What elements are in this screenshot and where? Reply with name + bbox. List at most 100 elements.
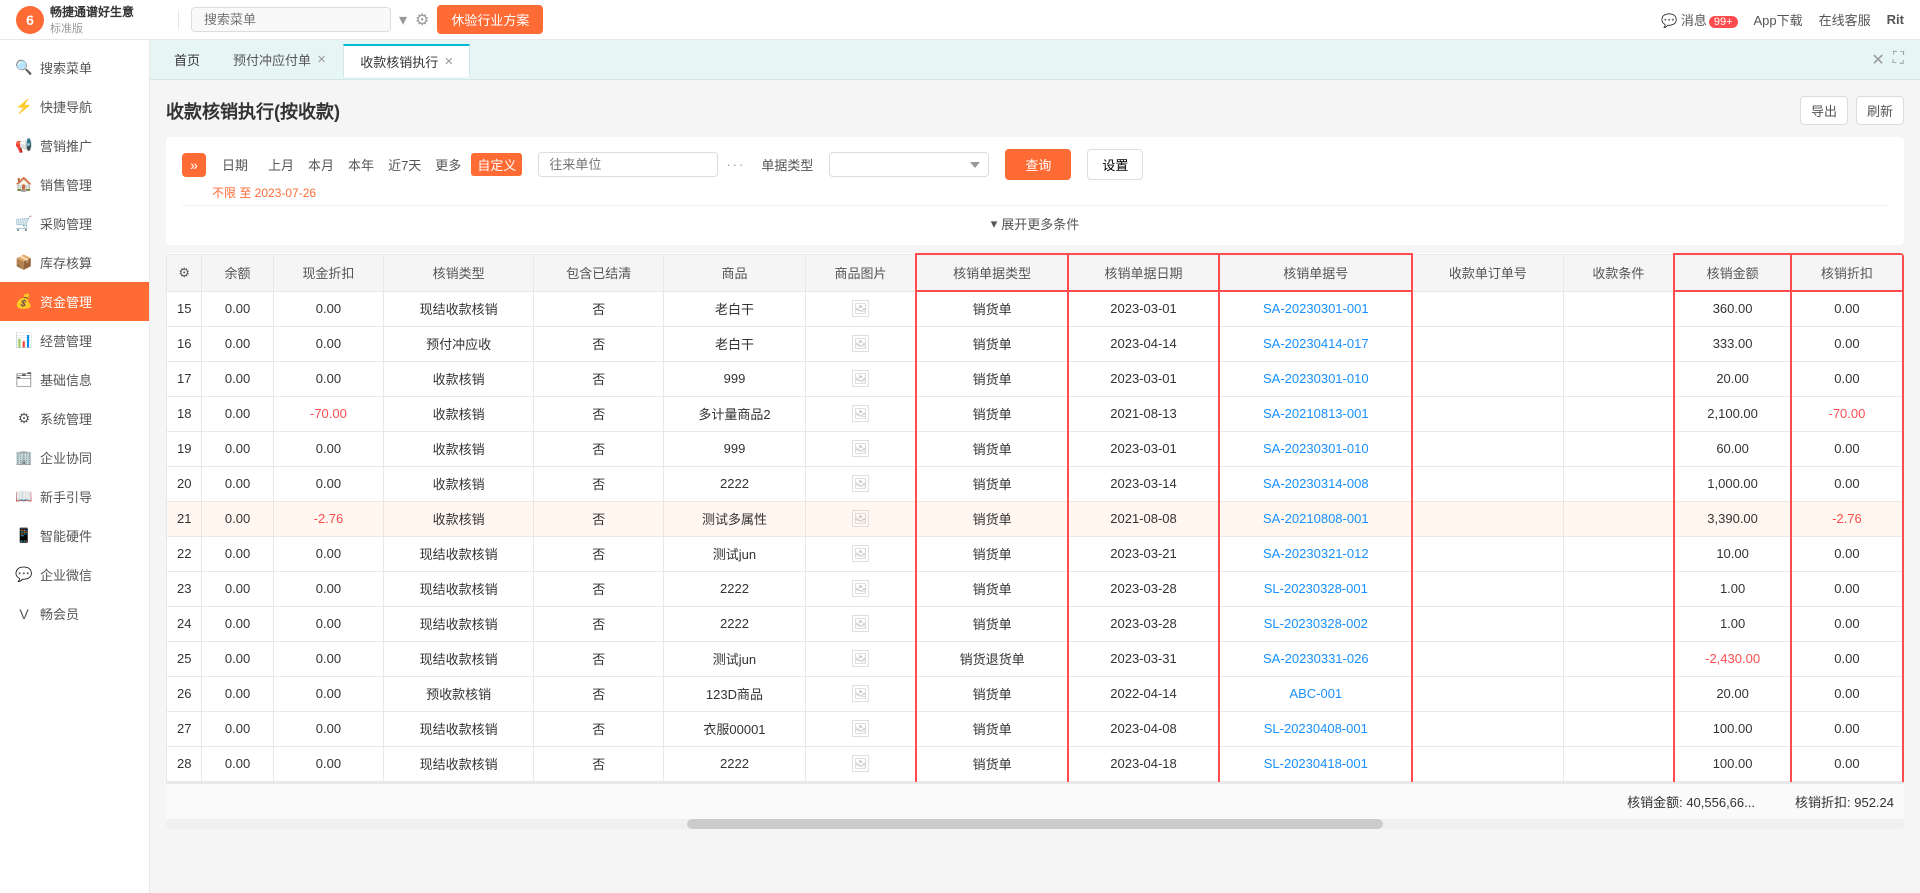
enterprise-icon: 🏢 [16, 450, 32, 466]
sidebar-item-search[interactable]: 🔍 搜索菜单 [0, 48, 149, 87]
table-cell: 2023-03-21 [1068, 536, 1219, 571]
sidebar-item-sales[interactable]: 🏠 销售管理 [0, 165, 149, 204]
date-btn-custom[interactable]: 自定义 [471, 153, 522, 176]
search-icon: 🔍 [16, 60, 32, 76]
table-cell: 现结收款核销 [384, 746, 534, 781]
table-cell [1412, 501, 1563, 536]
table-cell: 2023-04-14 [1068, 326, 1219, 361]
sidebar-item-marketing[interactable]: 📢 营销推广 [0, 126, 149, 165]
col-receipt-terms: 收款条件 [1563, 254, 1674, 291]
table-cell [1412, 641, 1563, 676]
window-maximize-icon[interactable]: ⛶ [1893, 50, 1904, 70]
table-cell: 26 [167, 676, 202, 711]
sales-icon: 🏠 [16, 177, 32, 193]
setting-button[interactable]: 设置 [1087, 149, 1143, 180]
table-cell[interactable]: ABC-001 [1219, 676, 1412, 711]
table-cell [1563, 396, 1674, 431]
tab-home[interactable]: 首页 [158, 44, 217, 75]
table-cell [1412, 466, 1563, 501]
top-search-input[interactable] [191, 7, 391, 32]
table-cell: -2.76 [1791, 501, 1903, 536]
table-cell[interactable]: SA-20230331-026 [1219, 641, 1412, 676]
query-button[interactable]: 查询 [1005, 149, 1071, 180]
col-receipt-order-no: 收款单订单号 [1412, 254, 1563, 291]
col-product-img: 商品图片 [805, 254, 916, 291]
table-footer: 核销金额: 40,556,66... 核销折扣: 952.24 [166, 782, 1904, 819]
col-settings[interactable]: ⚙ [167, 254, 202, 291]
table-cell[interactable]: SA-20230314-008 [1219, 466, 1412, 501]
sidebar-item-inventory[interactable]: 📦 库存核算 [0, 243, 149, 282]
table-cell[interactable]: SA-20230414-017 [1219, 326, 1412, 361]
table-cell: 否 [534, 326, 664, 361]
sidebar-item-purchase[interactable]: 🛒 采购管理 [0, 204, 149, 243]
table-cell[interactable]: SA-20210808-001 [1219, 501, 1412, 536]
guide-icon: 📖 [16, 489, 32, 505]
table-cell [1563, 641, 1674, 676]
settings-icon[interactable]: ⚙ [415, 10, 429, 30]
sidebar-item-quicknav[interactable]: ⚡ 快捷导航 [0, 87, 149, 126]
date-btn-this-year[interactable]: 本年 [344, 153, 378, 176]
industry-solution-button[interactable]: 休验行业方案 [437, 5, 543, 34]
sidebar-item-finance[interactable]: 💰 资金管理 [0, 282, 149, 321]
table-cell: 0.00 [202, 291, 273, 326]
table-cell: 销货退货单 [916, 641, 1067, 676]
table-cell: 2,100.00 [1674, 396, 1791, 431]
date-btn-this-month[interactable]: 本月 [304, 153, 338, 176]
table-cell: 2222 [664, 746, 805, 781]
message-icon[interactable]: 💬 消息99+ [1661, 10, 1738, 29]
sidebar-label-marketing: 营销推广 [40, 136, 92, 155]
table-cell: 衣服00001 [664, 711, 805, 746]
date-btn-last-month[interactable]: 上月 [264, 153, 298, 176]
export-button[interactable]: 导出 [1800, 96, 1848, 125]
table-cell [1412, 536, 1563, 571]
table-row: 170.000.00收款核销否999🖼销货单2023-03-01SA-20230… [167, 361, 1904, 396]
table-cell: 0.00 [273, 326, 384, 361]
table-cell[interactable]: SA-20230301-001 [1219, 291, 1412, 326]
app-logo: 6 畅捷通谱好生意 标准版 [16, 3, 166, 36]
table-cell: 0.00 [202, 396, 273, 431]
window-close-icon[interactable]: ✕ [1871, 50, 1884, 70]
table-cell[interactable]: SA-20230321-012 [1219, 536, 1412, 571]
party-input[interactable] [538, 152, 718, 177]
table-cell[interactable]: SA-20210813-001 [1219, 396, 1412, 431]
table-cell: 🖼 [805, 641, 916, 676]
sidebar-item-guide[interactable]: 📖 新手引导 [0, 477, 149, 516]
table-cell[interactable]: SA-20230301-010 [1219, 361, 1412, 396]
tab-receipt-close[interactable]: ✕ [444, 55, 453, 68]
refresh-button[interactable]: 刷新 [1856, 96, 1904, 125]
online-service-link[interactable]: 在线客服 [1819, 10, 1871, 29]
table-cell: 2021-08-08 [1068, 501, 1219, 536]
table-cell: -70.00 [273, 396, 384, 431]
sidebar-item-wechat[interactable]: 💬 企业微信 [0, 555, 149, 594]
sidebar-item-member[interactable]: V 畅会员 [0, 594, 149, 633]
table-cell[interactable]: SL-20230328-001 [1219, 571, 1412, 606]
tab-prepay[interactable]: 预付冲应付单 ✕ [217, 44, 343, 75]
col-doc-date: 核销单据日期 [1068, 254, 1219, 291]
table-cell[interactable]: SA-20230301-010 [1219, 431, 1412, 466]
sidebar-item-system[interactable]: ⚙ 系统管理 [0, 399, 149, 438]
table-cell: 0.00 [273, 641, 384, 676]
date-btn-7days[interactable]: 近7天 [384, 153, 425, 176]
expand-conditions-button[interactable]: ▾ 展开更多条件 [182, 205, 1888, 233]
sidebar-item-hardware[interactable]: 📱 智能硬件 [0, 516, 149, 555]
table-cell: 否 [534, 361, 664, 396]
voucher-type-select[interactable] [829, 152, 989, 177]
date-btn-more[interactable]: 更多 [431, 153, 465, 176]
tab-prepay-close[interactable]: ✕ [317, 53, 326, 66]
table-cell: 收款核销 [384, 431, 534, 466]
table-cell[interactable]: SL-20230328-002 [1219, 606, 1412, 641]
sidebar-item-basic[interactable]: 🗂 基础信息 [0, 360, 149, 399]
table-cell[interactable]: SL-20230408-001 [1219, 711, 1412, 746]
sidebar-item-operations[interactable]: 📊 经营管理 [0, 321, 149, 360]
table-cell: 否 [534, 396, 664, 431]
table-cell: 0.00 [1791, 291, 1903, 326]
table-cell[interactable]: SL-20230418-001 [1219, 746, 1412, 781]
tab-receipt[interactable]: 收款核销执行 ✕ [343, 44, 470, 77]
app-download-link[interactable]: App下载 [1754, 10, 1803, 29]
table-cell: 否 [534, 606, 664, 641]
table-cell: 现结收款核销 [384, 711, 534, 746]
filter-date-options: 上月 本月 本年 近7天 更多 自定义 [264, 153, 522, 176]
sidebar-item-enterprise[interactable]: 🏢 企业协同 [0, 438, 149, 477]
date-label: 日期 [222, 155, 248, 174]
filter-expand-button[interactable]: » [182, 153, 206, 177]
